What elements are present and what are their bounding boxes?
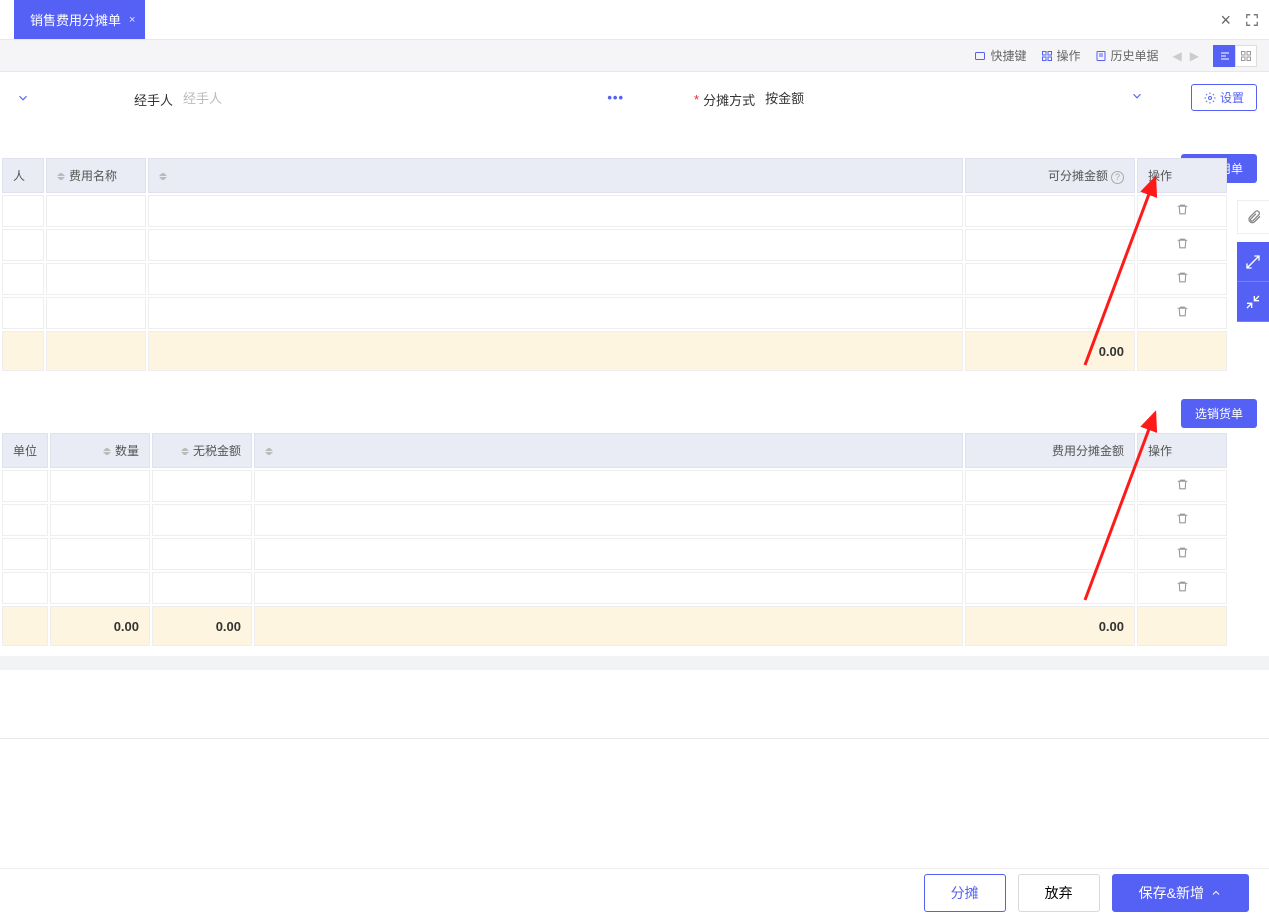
handler-label: 经手人 — [134, 90, 173, 109]
col-operate: 操作 — [1137, 158, 1227, 193]
col-alloc-amount[interactable]: 可分摊金额? — [965, 158, 1135, 193]
handler-placeholder: 经手人 — [183, 88, 222, 107]
table-row[interactable] — [2, 470, 1227, 502]
chevron-down-icon — [1130, 89, 1144, 106]
method-field[interactable]: * 分摊方式 按金额 — [694, 88, 1144, 110]
operate-button[interactable]: 操作 — [1041, 47, 1081, 64]
expand-out-icon[interactable] — [1237, 242, 1269, 282]
delete-icon[interactable] — [1176, 582, 1189, 596]
handler-select[interactable]: 经手人 ••• — [183, 88, 624, 110]
delete-icon[interactable] — [1176, 480, 1189, 494]
delete-icon[interactable] — [1176, 239, 1189, 253]
blank-area — [0, 670, 1269, 720]
form-row: 经手人 经手人 ••• * 分摊方式 按金额 设置 — [0, 72, 1269, 126]
delete-icon[interactable] — [1176, 307, 1189, 321]
col-blank[interactable] — [148, 158, 963, 193]
table-total-row: 0.00 — [2, 331, 1227, 371]
footer: 分摊 放弃 保存&新增 — [0, 868, 1269, 916]
view-list-icon[interactable] — [1213, 45, 1235, 67]
col-qty[interactable]: 数量 — [50, 433, 150, 468]
save-add-button[interactable]: 保存&新增 — [1112, 874, 1249, 912]
sales-table: 单位 数量 无税金额 费用分摊金额 操作 0.00 0.00 — [0, 431, 1229, 648]
delete-icon[interactable] — [1176, 273, 1189, 287]
method-value: 按金额 — [765, 88, 804, 107]
history-label: 历史单据 — [1111, 47, 1159, 64]
delete-icon[interactable] — [1176, 548, 1189, 562]
chevron-down-icon — [16, 91, 30, 108]
gear-icon — [1204, 92, 1216, 104]
tab-close-icon[interactable]: × — [129, 14, 135, 26]
required-mark: * — [694, 92, 699, 107]
next-icon[interactable]: ▶ — [1190, 49, 1199, 63]
col-notax[interactable]: 无税金额 — [152, 433, 252, 468]
sales-total-qty: 0.00 — [50, 606, 150, 646]
sales-total-notax: 0.00 — [152, 606, 252, 646]
side-panel — [1237, 200, 1269, 322]
attachment-icon[interactable] — [1237, 200, 1269, 234]
col-unit[interactable]: 单位 — [2, 433, 48, 468]
save-add-label: 保存&新增 — [1139, 883, 1204, 903]
toolbar: 快捷键 操作 历史单据 ◀ ▶ — [0, 40, 1269, 72]
view-toggle — [1213, 45, 1257, 67]
shortcut-button[interactable]: 快捷键 — [974, 47, 1026, 64]
col-blank2[interactable] — [254, 433, 963, 468]
tab-title: 销售费用分摊单 — [30, 10, 121, 29]
method-label: 分摊方式 — [703, 90, 755, 109]
expense-table: 人 费用名称 可分摊金额? 操作 0.00 — [0, 156, 1229, 373]
section-expense: 选费用单 人 费用名称 可分摊金额? 操作 — [0, 156, 1269, 381]
chevron-up-icon — [1210, 887, 1222, 899]
table-row[interactable] — [2, 297, 1227, 329]
delete-icon[interactable] — [1176, 205, 1189, 219]
expand-in-icon[interactable] — [1237, 282, 1269, 322]
nav-arrows: ◀ ▶ — [1173, 49, 1199, 63]
table-row[interactable] — [2, 572, 1227, 604]
section-sales: 选销货单 单位 数量 无税金额 费用分摊金额 操作 — [0, 381, 1269, 656]
table-row[interactable] — [2, 504, 1227, 536]
form-field-first[interactable] — [0, 91, 30, 108]
shortcut-label: 快捷键 — [990, 47, 1026, 64]
info-icon: ? — [1111, 171, 1124, 184]
delete-icon[interactable] — [1176, 514, 1189, 528]
tab-bar: 销售费用分摊单 × × — [0, 0, 1269, 40]
discard-button[interactable]: 放弃 — [1018, 874, 1100, 912]
more-icon[interactable]: ••• — [607, 90, 624, 105]
tab-active[interactable]: 销售费用分摊单 × — [14, 0, 145, 39]
sort-icon — [265, 445, 273, 458]
table-row[interactable] — [2, 195, 1227, 227]
col-alloc[interactable]: 费用分摊金额 — [965, 433, 1135, 468]
table-row[interactable] — [2, 229, 1227, 261]
divider — [0, 738, 1269, 739]
sort-icon — [103, 445, 111, 458]
col-expense-name[interactable]: 费用名称 — [46, 158, 146, 193]
sort-icon — [57, 170, 65, 183]
tab-bar-right: × — [1210, 0, 1269, 40]
operate-label: 操作 — [1057, 47, 1081, 64]
settings-button[interactable]: 设置 — [1191, 84, 1257, 111]
allocate-button[interactable]: 分摊 — [924, 874, 1006, 912]
history-button[interactable]: 历史单据 — [1095, 47, 1159, 64]
table-row[interactable] — [2, 263, 1227, 295]
section-divider — [0, 656, 1269, 670]
table-row[interactable] — [2, 538, 1227, 570]
method-select[interactable]: 按金额 — [765, 88, 1144, 110]
close-icon[interactable]: × — [1220, 10, 1231, 31]
expense-total: 0.00 — [965, 331, 1135, 371]
sort-icon — [181, 445, 189, 458]
sales-total-alloc: 0.00 — [965, 606, 1135, 646]
select-sales-button[interactable]: 选销货单 — [1181, 399, 1257, 428]
handler-field[interactable]: 经手人 经手人 ••• — [134, 88, 624, 110]
col-partial[interactable]: 人 — [2, 158, 44, 193]
settings-label: 设置 — [1220, 89, 1244, 106]
view-grid-icon[interactable] — [1235, 45, 1257, 67]
prev-icon[interactable]: ◀ — [1173, 49, 1182, 63]
fullscreen-icon[interactable] — [1245, 13, 1259, 27]
sort-icon — [159, 170, 167, 183]
table-total-row: 0.00 0.00 0.00 — [2, 606, 1227, 646]
col-operate2: 操作 — [1137, 433, 1227, 468]
